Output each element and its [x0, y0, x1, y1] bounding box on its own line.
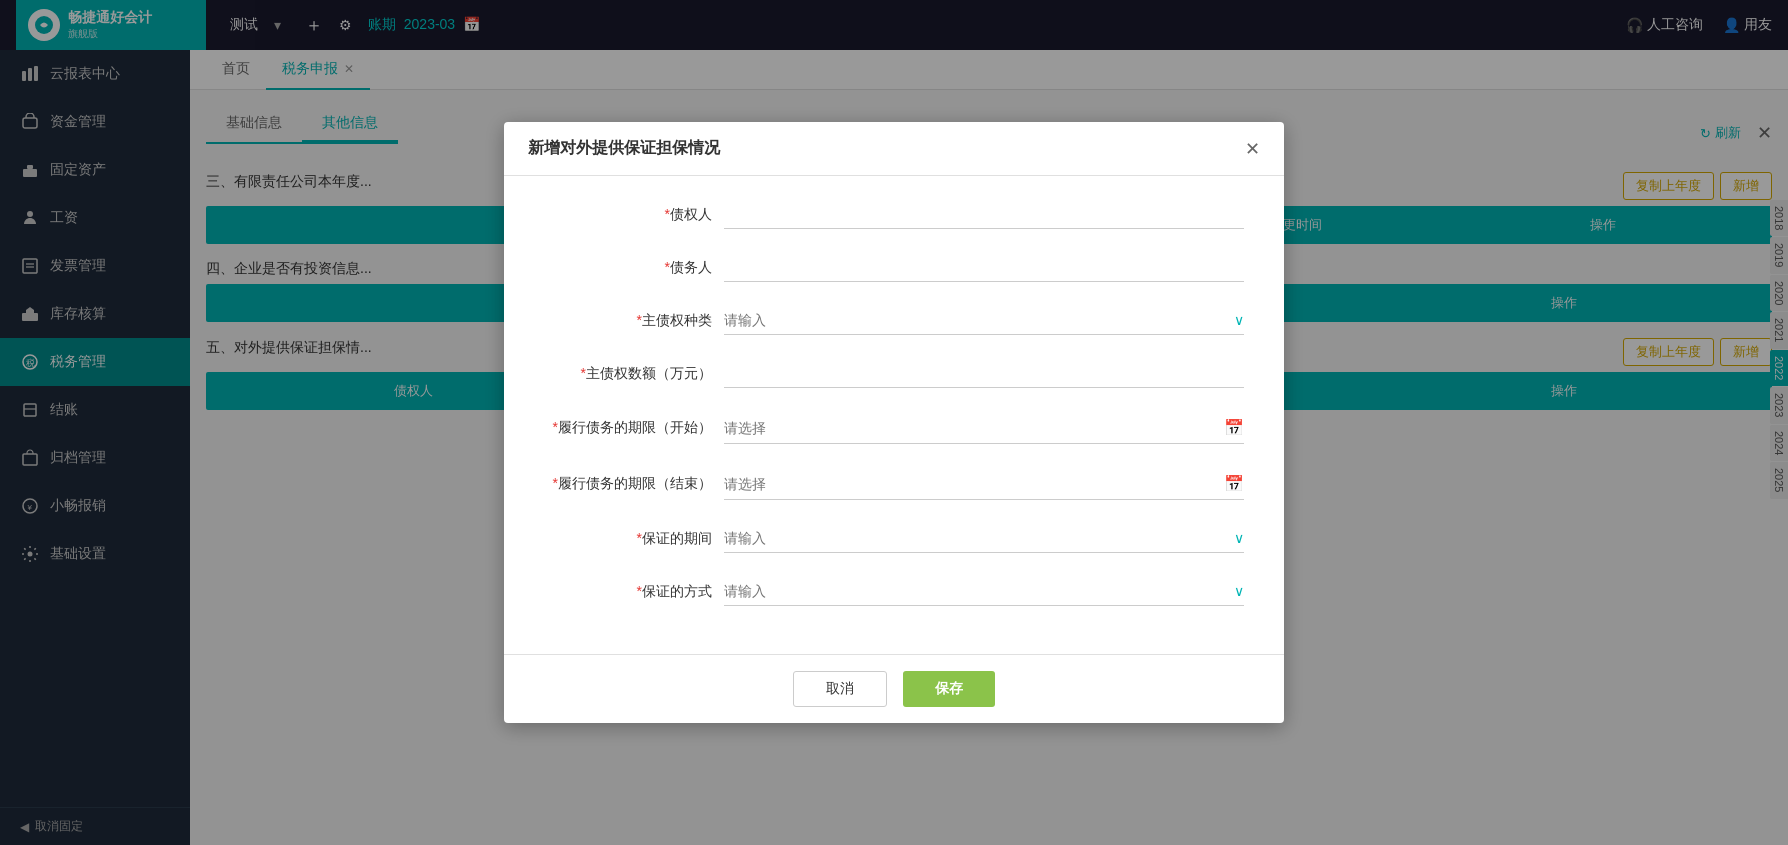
modal-close-button[interactable]: ✕ — [1245, 140, 1260, 158]
date-period-end: 📅 — [724, 468, 1244, 500]
date-period-start: 📅 — [724, 412, 1244, 444]
form-row-debt-type: *主债权种类 ∨ — [544, 306, 1244, 335]
form-row-guarantee-period: *保证的期间 ∨ — [544, 524, 1244, 553]
form-row-debt-amount: *主债权数额（万元） — [544, 359, 1244, 388]
modal-body: *债权人 *债务人 *主债权种类 ∨ — [504, 176, 1284, 654]
label-guarantee-method: *保证的方式 — [544, 583, 724, 601]
calendar-start-icon[interactable]: 📅 — [1224, 418, 1244, 437]
debt-type-chevron-icon[interactable]: ∨ — [1234, 312, 1244, 328]
label-creditor: *债权人 — [544, 206, 724, 224]
modal-dialog: 新增对外提供保证担保情况 ✕ *债权人 *债务人 *主债权种类 — [504, 122, 1284, 723]
input-creditor[interactable] — [724, 200, 1244, 229]
form-row-guarantee-method: *保证的方式 ∨ — [544, 577, 1244, 606]
label-guarantee-period: *保证的期间 — [544, 530, 724, 548]
input-period-end[interactable] — [724, 476, 1224, 492]
input-guarantee-period[interactable] — [724, 530, 1234, 546]
input-period-start[interactable] — [724, 420, 1224, 436]
input-debtor[interactable] — [724, 253, 1244, 282]
modal-header: 新增对外提供保证担保情况 ✕ — [504, 122, 1284, 176]
modal-overlay[interactable]: 新增对外提供保证担保情况 ✕ *债权人 *债务人 *主债权种类 — [0, 0, 1788, 845]
save-button[interactable]: 保存 — [903, 671, 995, 707]
calendar-end-icon[interactable]: 📅 — [1224, 474, 1244, 493]
label-period-start: *履行债务的期限（开始） — [544, 419, 724, 437]
select-guarantee-period[interactable]: ∨ — [724, 524, 1244, 553]
label-period-end: *履行债务的期限（结束） — [544, 475, 724, 493]
form-row-period-start: *履行债务的期限（开始） 📅 — [544, 412, 1244, 444]
input-guarantee-method[interactable] — [724, 583, 1234, 599]
form-row-debtor: *债务人 — [544, 253, 1244, 282]
input-debt-amount[interactable] — [724, 359, 1244, 388]
select-debt-type[interactable]: ∨ — [724, 306, 1244, 335]
select-guarantee-method[interactable]: ∨ — [724, 577, 1244, 606]
cancel-button[interactable]: 取消 — [793, 671, 887, 707]
form-row-creditor: *债权人 — [544, 200, 1244, 229]
label-debt-type: *主债权种类 — [544, 312, 724, 330]
label-debt-amount: *主债权数额（万元） — [544, 365, 724, 383]
modal-footer: 取消 保存 — [504, 654, 1284, 723]
form-row-period-end: *履行债务的期限（结束） 📅 — [544, 468, 1244, 500]
guarantee-method-chevron-icon[interactable]: ∨ — [1234, 583, 1244, 599]
guarantee-period-chevron-icon[interactable]: ∨ — [1234, 530, 1244, 546]
modal-title: 新增对外提供保证担保情况 — [528, 138, 720, 159]
input-debt-type[interactable] — [724, 312, 1234, 328]
label-debtor: *债务人 — [544, 259, 724, 277]
